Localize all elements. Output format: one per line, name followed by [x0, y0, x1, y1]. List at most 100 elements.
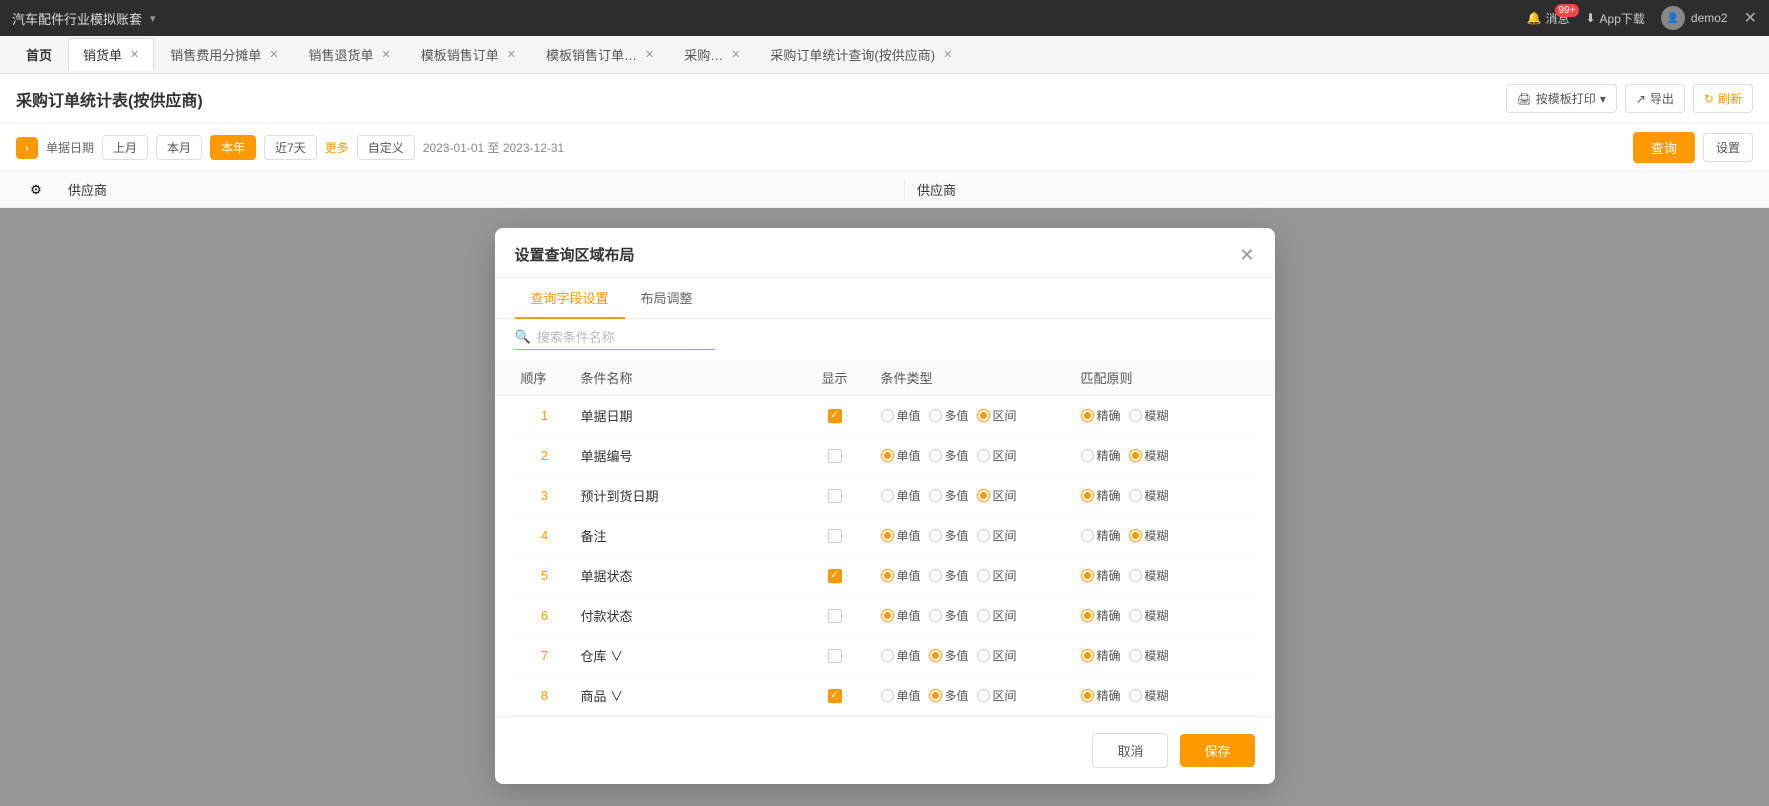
cond-type-single[interactable]: 单值 [881, 687, 921, 704]
tab-close-6[interactable]: ✕ [731, 48, 740, 61]
modal-tab-layout[interactable]: 布局调整 [625, 278, 709, 319]
cond-type-single[interactable]: 单值 [881, 487, 921, 504]
checkbox[interactable] [828, 409, 842, 423]
cond-type-range[interactable]: 区间 [977, 407, 1017, 424]
cond-type-range[interactable]: 区间 [977, 567, 1017, 584]
cond-type-multi[interactable]: 多值 [929, 607, 969, 624]
filter-last-month[interactable]: 上月 [102, 135, 148, 160]
filter-7days[interactable]: 近7天 [264, 135, 317, 160]
filter-more[interactable]: 更多 [325, 139, 349, 156]
row-display-checkbox[interactable] [795, 443, 875, 469]
tab-sales-order[interactable]: 销货单 ✕ [68, 38, 154, 71]
settings-button[interactable]: 设置 [1703, 133, 1753, 162]
checkbox[interactable] [828, 529, 842, 543]
match-exact[interactable]: 精确 [1081, 687, 1121, 704]
row-display-checkbox[interactable] [795, 563, 875, 589]
column-settings-icon[interactable]: ⚙ [16, 182, 56, 198]
filter-this-year[interactable]: 本年 [210, 135, 256, 160]
checkbox[interactable] [828, 489, 842, 503]
search-input[interactable] [537, 330, 697, 345]
match-fuzzy[interactable]: 模糊 [1129, 687, 1169, 704]
cond-type-multi[interactable]: 多值 [929, 487, 969, 504]
cond-type-range[interactable]: 区间 [977, 487, 1017, 504]
row-display-checkbox[interactable] [795, 483, 875, 509]
cond-type-multi[interactable]: 多值 [929, 527, 969, 544]
tab-close-5[interactable]: ✕ [645, 48, 654, 61]
cond-type-single[interactable]: 单值 [881, 647, 921, 664]
notification-area[interactable]: 🔔 消息 99+ [1527, 10, 1570, 27]
print-button[interactable]: 🖨 按模板打印 ▾ [1506, 84, 1617, 113]
checkbox[interactable] [828, 649, 842, 663]
cond-type-single[interactable]: 单值 [881, 567, 921, 584]
cond-type-range[interactable]: 区间 [977, 527, 1017, 544]
checkbox[interactable] [828, 609, 842, 623]
query-button[interactable]: 查询 [1633, 132, 1695, 163]
user-info[interactable]: 👤 demo2 [1661, 6, 1728, 30]
cancel-button[interactable]: 取消 [1092, 733, 1168, 768]
cond-type-multi[interactable]: 多值 [929, 567, 969, 584]
checkbox[interactable] [828, 449, 842, 463]
tab-close-sales-order[interactable]: ✕ [130, 48, 139, 61]
match-fuzzy[interactable]: 模糊 [1129, 607, 1169, 624]
row-display-checkbox[interactable] [795, 643, 875, 669]
tab-purchase-stats[interactable]: 采购订单统计查询(按供应商) ✕ [756, 39, 966, 70]
cond-type-multi[interactable]: 多值 [929, 687, 969, 704]
print-dropdown-icon[interactable]: ▾ [1600, 92, 1606, 106]
match-exact[interactable]: 精确 [1081, 607, 1121, 624]
match-exact[interactable]: 精确 [1081, 407, 1121, 424]
cond-type-range[interactable]: 区间 [977, 647, 1017, 664]
top-bar-close-button[interactable]: ✕ [1744, 8, 1757, 28]
tab-5[interactable]: 模板销售订单… ✕ [532, 39, 668, 70]
filter-custom[interactable]: 自定义 [357, 135, 415, 160]
search-icon: 🔍 [515, 329, 531, 345]
row-display-checkbox[interactable] [795, 403, 875, 429]
match-fuzzy[interactable]: 模糊 [1129, 647, 1169, 664]
cond-type-multi[interactable]: 多值 [929, 447, 969, 464]
filter-this-month[interactable]: 本月 [156, 135, 202, 160]
match-exact[interactable]: 精确 [1081, 567, 1121, 584]
tab-4[interactable]: 模板销售订单 ✕ [407, 39, 530, 70]
match-fuzzy[interactable]: 模糊 [1129, 527, 1169, 544]
cond-type-range[interactable]: 区间 [977, 687, 1017, 704]
row-display-checkbox[interactable] [795, 523, 875, 549]
filter-toggle-button[interactable]: › [16, 137, 38, 159]
tab-sales-fee[interactable]: 销售费用分摊单 ✕ [156, 39, 292, 70]
tab-close-sales-return[interactable]: ✕ [382, 48, 391, 61]
cond-type-single[interactable]: 单值 [881, 447, 921, 464]
cond-type-range[interactable]: 区间 [977, 607, 1017, 624]
checkbox[interactable] [828, 689, 842, 703]
cond-type-single[interactable]: 单值 [881, 407, 921, 424]
save-button[interactable]: 保存 [1180, 734, 1254, 767]
export-button[interactable]: ↗ 导出 [1625, 84, 1685, 113]
tab-home[interactable]: 首页 [12, 39, 66, 70]
tab-close-sales-fee[interactable]: ✕ [269, 48, 278, 61]
match-exact[interactable]: 精确 [1081, 527, 1121, 544]
match-exact[interactable]: 精确 [1081, 647, 1121, 664]
match-fuzzy[interactable]: 模糊 [1129, 567, 1169, 584]
cond-type-multi[interactable]: 多值 [929, 647, 969, 664]
tab-sales-return[interactable]: 销售退货单 ✕ [294, 39, 404, 70]
modal-table-body: 1 单据日期 单值 多值 区间 [495, 396, 1275, 716]
download-icon: ⬇ [1585, 11, 1595, 25]
row-display-checkbox[interactable] [795, 683, 875, 709]
app-download[interactable]: ⬇ App下载 [1585, 10, 1644, 27]
modal-tab-query-fields[interactable]: 查询字段设置 [515, 278, 625, 319]
row-display-checkbox[interactable] [795, 603, 875, 629]
modal-close-button[interactable]: ✕ [1239, 246, 1254, 264]
th-cond-type: 条件类型 [875, 360, 1075, 395]
match-fuzzy[interactable]: 模糊 [1129, 487, 1169, 504]
app-title-arrow[interactable]: ▾ [150, 12, 156, 25]
checkbox[interactable] [828, 569, 842, 583]
match-fuzzy[interactable]: 模糊 [1129, 407, 1169, 424]
cond-type-range[interactable]: 区间 [977, 447, 1017, 464]
cond-type-single[interactable]: 单值 [881, 607, 921, 624]
refresh-button[interactable]: ↻ 刷新 [1693, 84, 1753, 113]
tab-close-4[interactable]: ✕ [507, 48, 516, 61]
cond-type-multi[interactable]: 多值 [929, 407, 969, 424]
match-fuzzy[interactable]: 模糊 [1129, 447, 1169, 464]
match-exact[interactable]: 精确 [1081, 487, 1121, 504]
tab-6[interactable]: 采购… ✕ [670, 39, 754, 70]
tab-close-purchase-stats[interactable]: ✕ [943, 48, 952, 61]
match-exact[interactable]: 精确 [1081, 447, 1121, 464]
cond-type-single[interactable]: 单值 [881, 527, 921, 544]
